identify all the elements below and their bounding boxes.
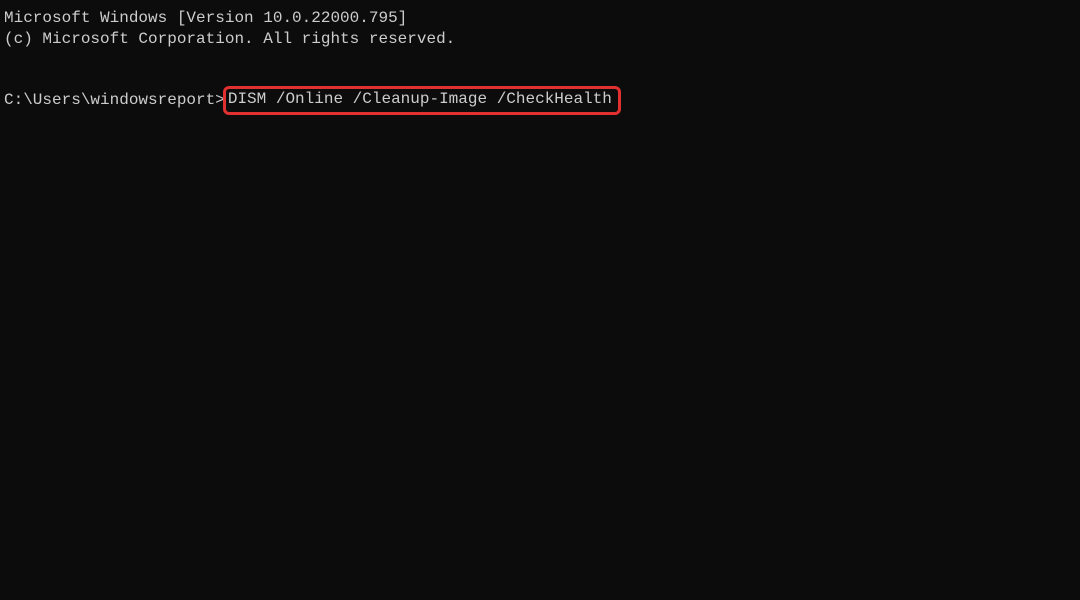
command-prompt-line[interactable]: C:\Users\windowsreport>DISM /Online /Cle… xyxy=(4,86,1076,115)
blank-line xyxy=(4,50,1076,71)
terminal-header-version: Microsoft Windows [Version 10.0.22000.79… xyxy=(4,8,1076,29)
prompt-path: C:\Users\windowsreport> xyxy=(4,90,225,111)
command-highlight-box: DISM /Online /Cleanup-Image /CheckHealth xyxy=(223,86,621,115)
command-text: DISM /Online /Cleanup-Image /CheckHealth xyxy=(228,90,612,108)
terminal-header-copyright: (c) Microsoft Corporation. All rights re… xyxy=(4,29,1076,50)
